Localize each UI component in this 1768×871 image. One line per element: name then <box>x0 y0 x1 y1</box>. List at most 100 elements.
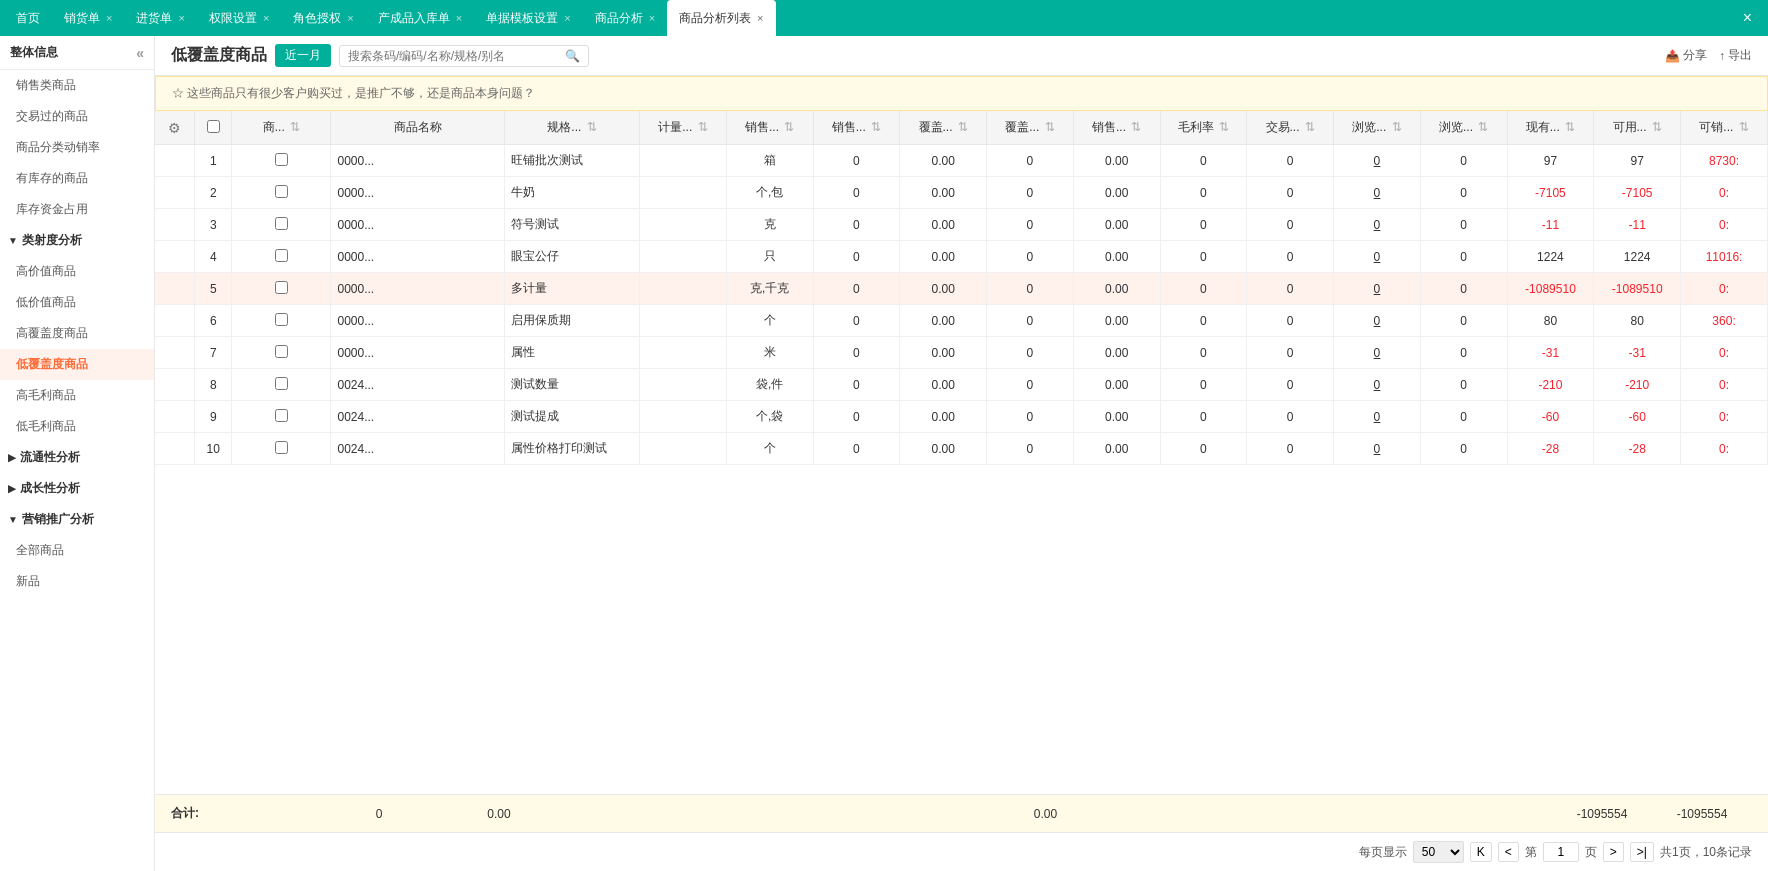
nav-permissions[interactable]: 权限设置 × <box>197 0 281 36</box>
row-s7-link-8[interactable]: 0 <box>1374 410 1381 424</box>
row-s7-link-1[interactable]: 0 <box>1374 186 1381 200</box>
row-check-4[interactable] <box>232 273 331 305</box>
row-checkbox-0[interactable] <box>275 153 288 166</box>
nav-product-analysis-close[interactable]: × <box>649 12 655 24</box>
row-s7-6[interactable]: 0 <box>1334 337 1421 369</box>
row-s7-link-4[interactable]: 0 <box>1374 282 1381 296</box>
col-coverage1-header[interactable]: 覆盖... ⇅ <box>900 111 987 145</box>
row-checkbox-4[interactable] <box>275 281 288 294</box>
time-filter-button[interactable]: 近一月 <box>275 44 331 67</box>
sidebar-group-marketing[interactable]: ▼ 营销推广分析 <box>0 504 154 535</box>
nav-product-warehouse[interactable]: 产成品入库单 × <box>366 0 474 36</box>
nav-product-analysis[interactable]: 商品分析 × <box>583 0 667 36</box>
row-s7-4[interactable]: 0 <box>1334 273 1421 305</box>
row-s7-0[interactable]: 0 <box>1334 145 1421 177</box>
row-s7-link-2[interactable]: 0 <box>1374 218 1381 232</box>
row-check-3[interactable] <box>232 241 331 273</box>
sidebar-collapse-btn[interactable]: « <box>136 45 144 61</box>
row-s7-link-6[interactable]: 0 <box>1374 346 1381 360</box>
nav-permissions-close[interactable]: × <box>263 12 269 24</box>
row-s7-link-9[interactable]: 0 <box>1374 442 1381 456</box>
row-s7-5[interactable]: 0 <box>1334 305 1421 337</box>
nav-template-settings[interactable]: 单据模板设置 × <box>474 0 582 36</box>
col-check-header[interactable] <box>195 111 232 145</box>
nav-role-auth-close[interactable]: × <box>347 12 353 24</box>
nav-template-settings-close[interactable]: × <box>564 12 570 24</box>
export-button[interactable]: ↑ 导出 <box>1719 47 1752 64</box>
row-s7-7[interactable]: 0 <box>1334 369 1421 401</box>
row-checkbox-6[interactable] <box>275 345 288 358</box>
sidebar-item-high-coverage[interactable]: 高覆盖度商品 <box>0 318 154 349</box>
select-all-checkbox[interactable] <box>207 120 220 133</box>
row-checkbox-2[interactable] <box>275 217 288 230</box>
row-checkbox-5[interactable] <box>275 313 288 326</box>
col-sales3-header[interactable]: 销售... ⇅ <box>1073 111 1160 145</box>
page-number-input[interactable] <box>1543 842 1579 862</box>
col-unit-header[interactable]: 计量... ⇅ <box>640 111 727 145</box>
row-check-6[interactable] <box>232 337 331 369</box>
col-transaction-header[interactable]: 交易... ⇅ <box>1247 111 1334 145</box>
row-s7-2[interactable]: 0 <box>1334 209 1421 241</box>
col-coverage2-header[interactable]: 覆盖... ⇅ <box>987 111 1074 145</box>
sidebar-item-sales-goods[interactable]: 销售类商品 <box>0 70 154 101</box>
row-check-9[interactable] <box>232 433 331 465</box>
nav-product-analysis-list[interactable]: 商品分析列表 × <box>667 0 775 36</box>
sidebar-item-category-sales-rate[interactable]: 商品分类动销率 <box>0 132 154 163</box>
col-sales2-header[interactable]: 销售... ⇅ <box>813 111 900 145</box>
sidebar-item-low-coverage[interactable]: 低覆盖度商品 <box>0 349 154 380</box>
nav-product-warehouse-close[interactable]: × <box>456 12 462 24</box>
row-check-0[interactable] <box>232 145 331 177</box>
row-s7-link-7[interactable]: 0 <box>1374 378 1381 392</box>
row-check-8[interactable] <box>232 401 331 433</box>
row-s7-link-0[interactable]: 0 <box>1374 154 1381 168</box>
row-checkbox-7[interactable] <box>275 377 288 390</box>
row-s7-8[interactable]: 0 <box>1334 401 1421 433</box>
first-page-button[interactable]: K <box>1470 842 1492 862</box>
sidebar-item-high-margin[interactable]: 高毛利商品 <box>0 380 154 411</box>
row-check-7[interactable] <box>232 369 331 401</box>
next-page-button[interactable]: > <box>1603 842 1624 862</box>
row-check-1[interactable] <box>232 177 331 209</box>
nav-role-auth[interactable]: 角色授权 × <box>281 0 365 36</box>
share-button[interactable]: 📤 分享 <box>1665 47 1707 64</box>
nav-home[interactable]: 首页 <box>4 0 52 36</box>
nav-sales-order[interactable]: 销货单 × <box>52 0 124 36</box>
row-checkbox-8[interactable] <box>275 409 288 422</box>
sidebar-group-liquidity[interactable]: ▶ 流通性分析 <box>0 442 154 473</box>
sidebar-item-low-margin[interactable]: 低毛利商品 <box>0 411 154 442</box>
row-s7-9[interactable]: 0 <box>1334 433 1421 465</box>
col-settings-header[interactable]: ⚙ <box>155 111 195 145</box>
col-sales1-header[interactable]: 销售... ⇅ <box>726 111 813 145</box>
per-page-select[interactable]: 50 100 200 <box>1413 841 1464 863</box>
col-stock1-header[interactable]: 现有... ⇅ <box>1507 111 1594 145</box>
prev-page-button[interactable]: < <box>1498 842 1519 862</box>
col-stock2-header[interactable]: 可用... ⇅ <box>1594 111 1681 145</box>
sidebar-item-low-value[interactable]: 低价值商品 <box>0 287 154 318</box>
row-checkbox-3[interactable] <box>275 249 288 262</box>
sidebar-group-category-analysis[interactable]: ▼ 类射度分析 <box>0 225 154 256</box>
row-s7-link-5[interactable]: 0 <box>1374 314 1381 328</box>
col-spec-header[interactable]: 规格... ⇅ <box>504 111 639 145</box>
col-gross-margin-header[interactable]: 毛利率 ⇅ <box>1160 111 1247 145</box>
nav-product-analysis-list-close[interactable]: × <box>757 12 763 24</box>
col-browse2-header[interactable]: 浏览... ⇅ <box>1420 111 1507 145</box>
window-close-button[interactable]: × <box>1731 9 1764 27</box>
row-s7-link-3[interactable]: 0 <box>1374 250 1381 264</box>
sidebar-item-traded-goods[interactable]: 交易过的商品 <box>0 101 154 132</box>
nav-sales-order-close[interactable]: × <box>106 12 112 24</box>
row-checkbox-1[interactable] <box>275 185 288 198</box>
sidebar-item-in-stock-goods[interactable]: 有库存的商品 <box>0 163 154 194</box>
col-browse1-header[interactable]: 浏览... ⇅ <box>1334 111 1421 145</box>
last-page-button[interactable]: >| <box>1630 842 1654 862</box>
sidebar-item-high-value[interactable]: 高价值商品 <box>0 256 154 287</box>
col-stock3-header[interactable]: 可销... ⇅ <box>1681 111 1768 145</box>
sidebar-group-growth[interactable]: ▶ 成长性分析 <box>0 473 154 504</box>
row-check-5[interactable] <box>232 305 331 337</box>
sidebar-item-new-goods[interactable]: 新品 <box>0 566 154 597</box>
sidebar-item-all-goods[interactable]: 全部商品 <box>0 535 154 566</box>
row-checkbox-9[interactable] <box>275 441 288 454</box>
row-s7-1[interactable]: 0 <box>1334 177 1421 209</box>
nav-purchase-order[interactable]: 进货单 × <box>124 0 196 36</box>
settings-icon[interactable]: ⚙ <box>168 120 181 136</box>
data-table-wrapper[interactable]: ⚙ 商... ⇅ 商品名称 规格... <box>155 111 1768 794</box>
